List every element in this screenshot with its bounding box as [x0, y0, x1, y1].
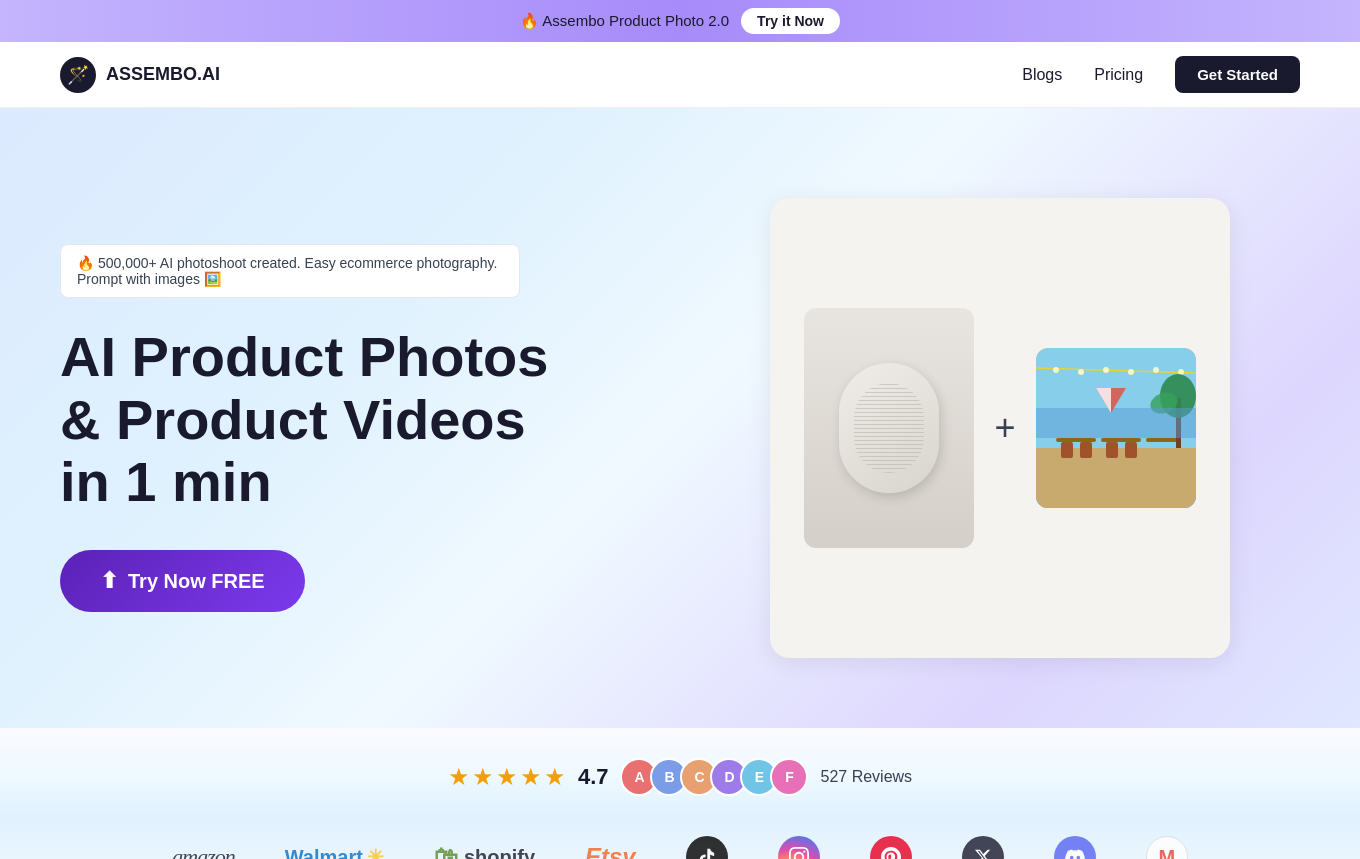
pinterest-svg	[881, 847, 901, 859]
hero-right: +	[700, 198, 1300, 658]
discord-svg	[1065, 847, 1085, 859]
walmart-logo: Walmart ✳	[285, 845, 384, 859]
stars-row: ★ ★ ★ ★ ★ 4.7 A B C D E F 527 Reviews	[448, 758, 912, 796]
star-1: ★	[448, 763, 470, 791]
x-icon	[962, 836, 1004, 859]
gmail-letter: M	[1158, 846, 1175, 860]
hero-badge-text: 🔥 500,000+ AI photoshoot created. Easy e…	[77, 255, 503, 287]
background-scene	[1036, 348, 1196, 508]
plus-icon: +	[994, 407, 1015, 449]
product-showcase: +	[770, 198, 1230, 658]
reviewer-avatars: A B C D E F	[620, 758, 808, 796]
discord-logo	[1054, 836, 1096, 859]
star-3: ★	[496, 763, 518, 791]
etsy-logo: Etsy	[585, 843, 636, 859]
reviews-count: 527 Reviews	[820, 768, 912, 786]
star-5: ★	[544, 763, 566, 791]
shopify-bag-icon: 🛍	[434, 843, 458, 859]
nav-links: Blogs Pricing Get Started	[1022, 56, 1300, 93]
walmart-text: Walmart	[285, 846, 363, 860]
amazon-logo: amazon	[172, 844, 234, 859]
tiktok-logo	[686, 836, 728, 859]
svg-rect-11	[1146, 438, 1181, 442]
nav-logo: 🪄 ASSEMBO.AI	[60, 57, 220, 93]
reviews-section: ★ ★ ★ ★ ★ 4.7 A B C D E F 527 Reviews	[0, 728, 1360, 816]
nav-link-pricing[interactable]: Pricing	[1094, 66, 1143, 84]
hero-title-line1: AI Product Photos	[60, 325, 548, 388]
get-started-button[interactable]: Get Started	[1175, 56, 1300, 93]
svg-point-3	[1053, 367, 1059, 373]
hero-title-line2: & Product Videos	[60, 388, 526, 451]
instagram-icon	[778, 836, 820, 859]
svg-rect-12	[1061, 442, 1073, 458]
shopify-text: shopify	[464, 846, 535, 860]
amazon-text: amazon	[172, 844, 234, 859]
nav-link-blogs[interactable]: Blogs	[1022, 66, 1062, 84]
avatar-6: F	[770, 758, 808, 796]
gmail-logo: M	[1146, 836, 1188, 859]
hero-title: AI Product Photos & Product Videos in 1 …	[60, 326, 660, 514]
svg-rect-9	[1056, 438, 1096, 442]
svg-rect-10	[1101, 438, 1141, 442]
svg-point-6	[1128, 369, 1134, 375]
svg-rect-13	[1080, 442, 1092, 458]
hero-cta-label: Try Now FREE	[128, 570, 265, 593]
scene-svg	[1036, 348, 1196, 508]
tiktok-svg	[697, 847, 717, 859]
product-image-left	[804, 308, 974, 548]
announcement-text: 🔥 Assembo Product Photo 2.0	[520, 12, 729, 30]
svg-rect-15	[1125, 442, 1137, 458]
svg-point-4	[1078, 369, 1084, 375]
svg-point-5	[1103, 367, 1109, 373]
pinterest-logo	[870, 836, 912, 859]
instagram-svg	[789, 847, 809, 859]
hero-title-line3: in 1 min	[60, 450, 272, 513]
discord-icon	[1054, 836, 1096, 859]
x-twitter-logo	[962, 836, 1004, 859]
navbar: 🪄 ASSEMBO.AI Blogs Pricing Get Started	[0, 42, 1360, 108]
hero-section: 🔥 500,000+ AI photoshoot created. Easy e…	[0, 108, 1360, 728]
svg-point-7	[1153, 367, 1159, 373]
svg-rect-19	[1036, 408, 1196, 438]
announcement-cta-button[interactable]: Try it Now	[741, 8, 840, 34]
logo-text: ASSEMBO.AI	[106, 64, 220, 85]
pinterest-icon	[870, 836, 912, 859]
hero-left: 🔥 500,000+ AI photoshoot created. Easy e…	[60, 244, 660, 612]
etsy-text: Etsy	[585, 843, 636, 859]
rating-number: 4.7	[578, 764, 609, 790]
logo-strip: amazon Walmart ✳ 🛍 shopify Etsy	[0, 816, 1360, 859]
hero-badge: 🔥 500,000+ AI photoshoot created. Easy e…	[60, 244, 520, 298]
announcement-bar: 🔥 Assembo Product Photo 2.0 Try it Now	[0, 0, 1360, 42]
product-showcase-inner: +	[784, 288, 1215, 568]
tiktok-icon	[686, 836, 728, 859]
speaker-grille	[854, 383, 924, 473]
x-svg	[974, 848, 992, 859]
walmart-star-icon: ✳	[367, 845, 384, 859]
logo-icon: 🪄	[60, 57, 96, 93]
try-now-free-button[interactable]: ⬆ Try Now FREE	[60, 550, 305, 612]
speaker-body	[839, 363, 939, 493]
gmail-icon: M	[1146, 836, 1188, 859]
svg-rect-14	[1106, 442, 1118, 458]
star-rating: ★ ★ ★ ★ ★	[448, 763, 566, 791]
upload-icon: ⬆	[100, 568, 118, 594]
star-4: ★	[520, 763, 542, 791]
star-2: ★	[472, 763, 494, 791]
product-image-right	[1036, 348, 1196, 508]
shopify-logo: 🛍 shopify	[434, 843, 535, 859]
instagram-logo	[778, 836, 820, 859]
